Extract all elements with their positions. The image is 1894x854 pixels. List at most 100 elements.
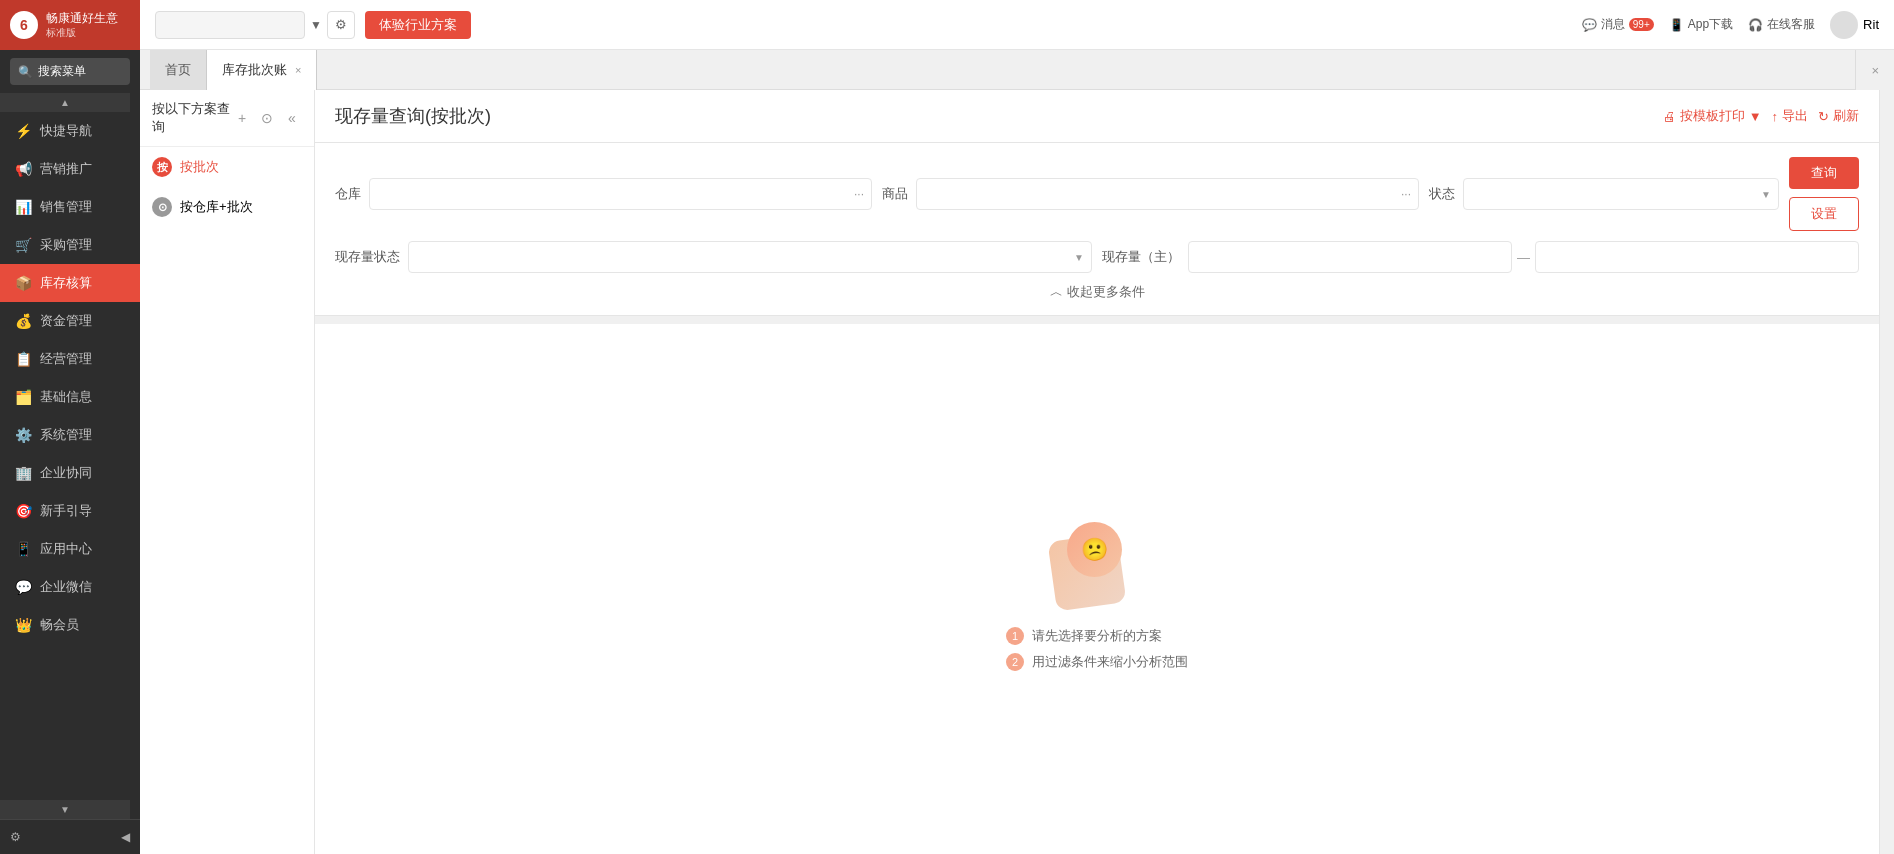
purchase-icon: 🛒: [14, 236, 32, 254]
inventory-icon: 📦: [14, 274, 32, 292]
user-profile[interactable]: Rit: [1830, 11, 1879, 39]
scheme-label-batch: 按批次: [180, 158, 219, 176]
scheme-item-batch[interactable]: 按 按批次: [140, 147, 314, 187]
app-download-button[interactable]: 📱 App下载: [1669, 16, 1733, 33]
finance-icon: 💰: [14, 312, 32, 330]
search-icon: 🔍: [18, 65, 33, 79]
online-service-button[interactable]: 🎧 在线客服: [1748, 16, 1815, 33]
inventory-qty-from-input[interactable]: [1188, 241, 1512, 273]
collapse-panel-button[interactable]: «: [282, 108, 302, 128]
face-shape: 😕: [1067, 522, 1122, 577]
sidebar-item-operations[interactable]: 📋 经营管理: [0, 340, 140, 378]
manage-scheme-button[interactable]: ⊙: [257, 108, 277, 128]
right-scrollbar[interactable]: [1879, 90, 1894, 854]
sidebar-item-inventory[interactable]: 📦 库存核算: [0, 264, 140, 302]
sidebar-item-basic[interactable]: 🗂️ 基础信息: [0, 378, 140, 416]
sidebar-item-quick-nav[interactable]: ⚡ 快捷导航: [0, 112, 140, 150]
sidebar-settings-button[interactable]: ⚙: [10, 830, 21, 844]
experience-button[interactable]: 体验行业方案: [365, 11, 471, 39]
filter-row-2: 现存量状态 现存量（主） —: [335, 241, 1859, 273]
query-button[interactable]: 查询: [1789, 157, 1859, 189]
collapse-filter-button[interactable]: ︿ 收起更多条件: [335, 283, 1859, 301]
avatar: [1830, 11, 1858, 39]
warehouse-filter-group: 仓库 ···: [335, 178, 872, 210]
sidebar-scroll-up[interactable]: ▲: [0, 93, 130, 112]
sidebar-item-wechat[interactable]: 💬 企业微信: [0, 568, 140, 606]
chevron-up-icon: ︿: [1050, 283, 1063, 301]
empty-tips: 1 请先选择要分析的方案 2 用过滤条件来缩小分析范围: [1006, 627, 1188, 671]
warehouse-input[interactable]: [369, 178, 872, 210]
status-select-wrapper: [1463, 178, 1779, 210]
scheme-label-warehouse-batch: 按仓库+批次: [180, 198, 253, 216]
topbar-settings-button[interactable]: ⚙: [327, 11, 355, 39]
inventory-qty-to-input[interactable]: [1535, 241, 1859, 273]
left-panel-header-buttons: + ⊙ «: [232, 108, 302, 128]
message-icon: 💬: [1582, 18, 1597, 32]
left-panel-header: 按以下方案查询 + ⊙ «: [140, 90, 314, 147]
tab-close-icon[interactable]: ×: [295, 64, 301, 76]
print-label: 按模板打印: [1680, 107, 1745, 125]
tip-number-2: 2: [1006, 653, 1024, 671]
sidebar: 6 畅康通好生意 标准版 🔍 搜索菜单 ▲ ⚡ 快捷导航 📢 营销推广: [0, 0, 140, 854]
sidebar-item-label: 库存核算: [40, 274, 92, 292]
sidebar-item-marketing[interactable]: 📢 营销推广: [0, 150, 140, 188]
sidebar-item-label: 企业微信: [40, 578, 92, 596]
product-input[interactable]: [916, 178, 1419, 210]
tip-text-2: 用过滤条件来缩小分析范围: [1032, 653, 1188, 671]
tab-batch-ledger[interactable]: 库存批次账 ×: [207, 50, 317, 90]
warehouse-input-icon[interactable]: ···: [854, 187, 864, 201]
sidebar-collapse-button[interactable]: ◀: [121, 830, 130, 844]
topbar-dropdown-button[interactable]: ▼: [310, 11, 322, 39]
add-scheme-button[interactable]: +: [232, 108, 252, 128]
inventory-qty-to-container: [1535, 241, 1859, 273]
tip-text-1: 请先选择要分析的方案: [1032, 627, 1162, 645]
messages-button[interactable]: 💬 消息 99+: [1582, 16, 1654, 33]
sidebar-item-finance[interactable]: 💰 资金管理: [0, 302, 140, 340]
close-icon: ×: [1871, 63, 1879, 78]
warehouse-input-container: ···: [369, 178, 872, 210]
status-select[interactable]: [1463, 178, 1779, 210]
sidebar-item-newbie[interactable]: 🎯 新手引导: [0, 492, 140, 530]
product-input-icon[interactable]: ···: [1401, 187, 1411, 201]
topbar-search-area: ▼ ⚙: [155, 11, 355, 39]
sidebar-item-member[interactable]: 👑 畅会员: [0, 606, 140, 644]
sidebar-item-label: 系统管理: [40, 426, 92, 444]
export-button[interactable]: ↑ 导出: [1772, 107, 1809, 125]
scheme-item-warehouse-batch[interactable]: ⊙ 按仓库+批次: [140, 187, 314, 227]
sidebar-item-apps[interactable]: 📱 应用中心: [0, 530, 140, 568]
inventory-qty-filter-group: 现存量（主） —: [1102, 241, 1859, 273]
settings-button[interactable]: 设置: [1789, 197, 1859, 231]
panel-close-button[interactable]: ×: [1855, 50, 1894, 90]
inventory-qty-from-container: [1188, 241, 1512, 273]
online-service-label: 在线客服: [1767, 16, 1815, 33]
refresh-button[interactable]: ↻ 刷新: [1818, 107, 1859, 125]
inventory-status-select[interactable]: [408, 241, 1092, 273]
sidebar-search-button[interactable]: 🔍 搜索菜单: [10, 58, 130, 85]
inventory-qty-dash: —: [1512, 250, 1535, 265]
sidebar-item-label: 应用中心: [40, 540, 92, 558]
action-buttons: 查询 设置: [1789, 157, 1859, 231]
quick-nav-icon: ⚡: [14, 122, 32, 140]
sidebar-scroll-down[interactable]: ▼: [0, 800, 130, 819]
left-panel-title: 按以下方案查询: [152, 100, 232, 136]
marketing-icon: 📢: [14, 160, 32, 178]
member-icon: 👑: [14, 616, 32, 634]
collapse-icon: ◀: [121, 830, 130, 844]
sidebar-item-sales[interactable]: 📊 销售管理: [0, 188, 140, 226]
inventory-status-label: 现存量状态: [335, 248, 400, 266]
brand-name: 畅康通好生意: [46, 11, 118, 27]
sidebar-item-purchase[interactable]: 🛒 采购管理: [0, 226, 140, 264]
page-header: 现存量查询(按批次) 🖨 按模板打印 ▼ ↑ 导出 ↻: [315, 90, 1879, 143]
sidebar-item-system[interactable]: ⚙️ 系统管理: [0, 416, 140, 454]
print-button[interactable]: 🖨 按模板打印 ▼: [1663, 107, 1762, 125]
sidebar-header: 6 畅康通好生意 标准版: [0, 0, 140, 50]
topbar-search-input[interactable]: [155, 11, 305, 39]
tab-home[interactable]: 首页: [150, 50, 207, 90]
messages-badge: 99+: [1629, 18, 1654, 31]
sidebar-item-label: 基础信息: [40, 388, 92, 406]
settings-icon: ⚙: [10, 830, 21, 844]
main-area: 现存量查询(按批次) 🖨 按模板打印 ▼ ↑ 导出 ↻: [315, 90, 1879, 854]
sidebar-item-label: 营销推广: [40, 160, 92, 178]
page-title: 现存量查询(按批次): [335, 104, 491, 128]
sidebar-item-enterprise[interactable]: 🏢 企业协同: [0, 454, 140, 492]
